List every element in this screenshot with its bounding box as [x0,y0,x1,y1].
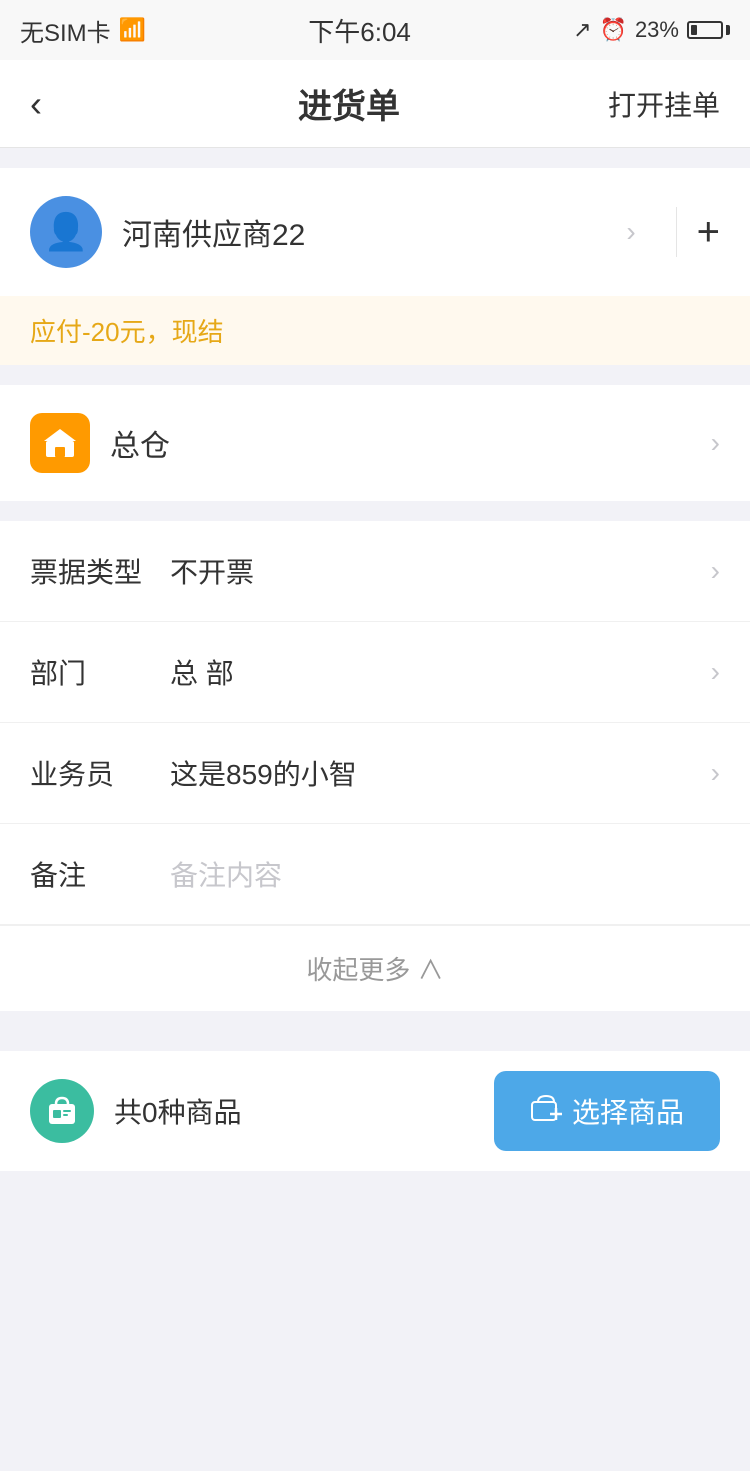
notice-bar: 应付-20元，现结 [0,296,750,365]
staff-row[interactable]: 业务员 这是859的小智 › [0,723,750,824]
staff-arrow-icon: › [711,757,720,789]
form-section: 票据类型 不开票 › 部门 总 部 › 业务员 这是859的小智 › 备注 备注… [0,521,750,1011]
add-supplier-button[interactable]: + [697,210,720,255]
status-right: ↗ ⏰ 23% [573,17,730,43]
wifi-icon: 📶 [119,17,146,43]
product-count: 共0种商品 [114,1091,494,1131]
supplier-section: 👤 河南供应商22 › + 应付-20元，现结 [0,168,750,365]
dept-label: 部门 [30,652,150,692]
collapse-button[interactable]: 收起更多 ∧ [0,925,750,1011]
invoice-value: 不开票 [150,551,711,591]
avatar-icon: 👤 [44,211,89,253]
invoice-arrow-icon: › [711,555,720,587]
remark-label: 备注 [30,854,150,894]
status-bar: 无SIM卡 📶 下午6:04 ↗ ⏰ 23% [0,0,750,60]
supplier-name: 河南供应商22 [122,210,626,254]
remark-row[interactable]: 备注 备注内容 [0,824,750,925]
warehouse-icon [30,413,90,473]
warehouse-arrow-icon: › [711,427,720,459]
staff-label: 业务员 [30,753,150,793]
warehouse-row[interactable]: 总仓 › [0,385,750,501]
supplier-row[interactable]: 👤 河南供应商22 › + [0,168,750,296]
select-product-icon [530,1094,562,1129]
bottom-bar: 共0种商品 选择商品 [0,1051,750,1171]
warehouse-name: 总仓 [110,421,711,465]
notice-text: 应付-20元，现结 [30,317,224,347]
dept-row[interactable]: 部门 总 部 › [0,622,750,723]
back-button[interactable]: ‹ [30,83,90,125]
status-time: 下午6:04 [308,12,411,49]
supplier-arrow-icon: › [626,216,635,248]
dept-value: 总 部 [150,652,711,692]
page-background [0,1171,750,1471]
dept-arrow-icon: › [711,656,720,688]
warehouse-section: 总仓 › [0,385,750,501]
gap-2 [0,365,750,385]
supplier-avatar: 👤 [30,196,102,268]
gap-3 [0,501,750,521]
invoice-row[interactable]: 票据类型 不开票 › [0,521,750,622]
nav-bar: ‹ 进货单 打开挂单 [0,60,750,148]
remark-input[interactable]: 备注内容 [150,854,720,894]
invoice-label: 票据类型 [30,551,150,591]
battery-icon [687,21,730,39]
product-icon [30,1079,94,1143]
battery-label: 23% [635,17,679,43]
page-title: 进货单 [298,79,400,128]
select-product-button[interactable]: 选择商品 [494,1071,720,1151]
location-icon: ↗ [573,17,591,43]
gap-1 [0,148,750,168]
staff-value: 这是859的小智 [150,753,711,793]
gap-4 [0,1011,750,1031]
alarm-icon: ⏰ [600,17,627,43]
select-product-label: 选择商品 [572,1091,684,1131]
vertical-divider [676,207,677,257]
open-pending-button[interactable]: 打开挂单 [608,84,720,124]
carrier-label: 无SIM卡 [20,13,111,48]
status-left: 无SIM卡 📶 [20,13,146,48]
